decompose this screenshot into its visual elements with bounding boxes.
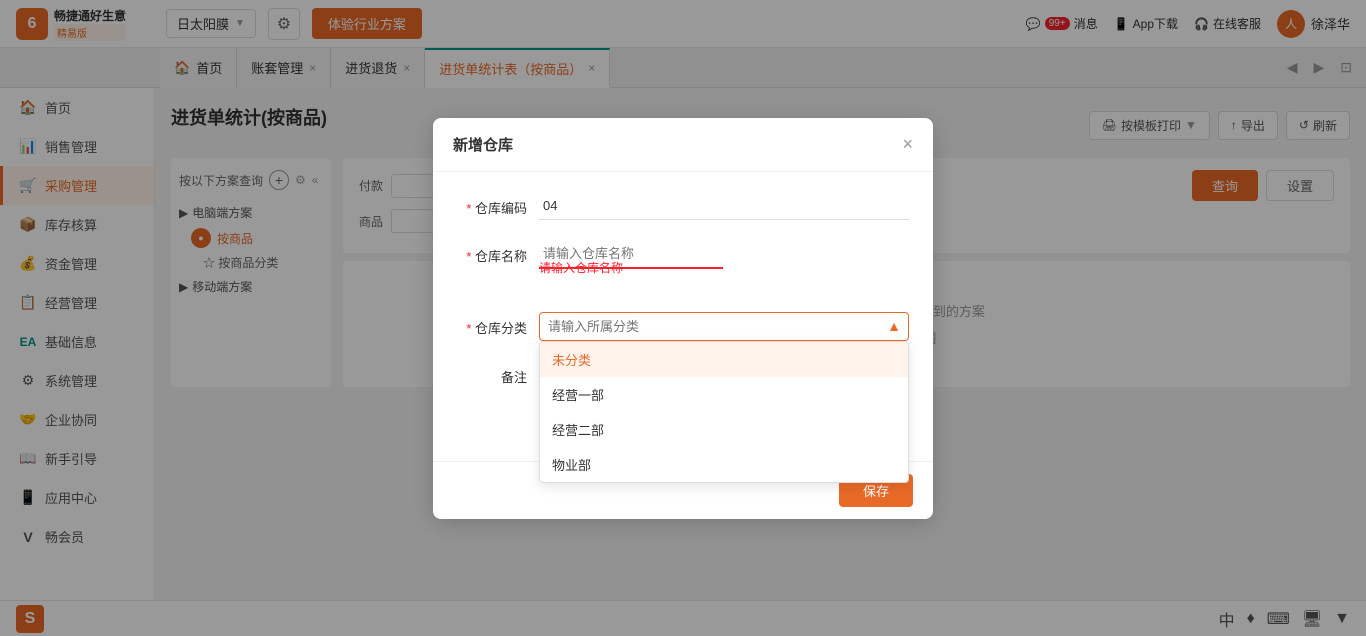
- dropdown-item-1[interactable]: 经营一部: [540, 377, 908, 412]
- warehouse-code-input[interactable]: [539, 192, 909, 220]
- warehouse-category-input[interactable]: [539, 312, 909, 341]
- warehouse-category-label: 仓库分类: [457, 312, 527, 337]
- dialog-close-button[interactable]: ×: [902, 135, 913, 153]
- warehouse-category-wrapper: ▲ 未分类 经营一部 经营二部 物业部: [539, 312, 909, 341]
- dialog-header: 新增仓库 ×: [433, 118, 933, 172]
- warehouse-code-label: 仓库编码: [457, 192, 527, 217]
- warehouse-name-error: 请输入仓库名称: [457, 259, 623, 276]
- dialog-title: 新增仓库: [453, 134, 513, 155]
- modal-overlay[interactable]: 新增仓库 × 仓库编码 仓库名称 请输入仓库名称 仓库分类: [0, 0, 1366, 636]
- dialog-body: 仓库编码 仓库名称 请输入仓库名称 仓库分类 ▲ 未分类: [433, 172, 933, 461]
- remark-label: 备注: [457, 361, 527, 386]
- dropdown-item-0[interactable]: 未分类: [540, 342, 908, 377]
- warehouse-code-row: 仓库编码: [457, 192, 909, 220]
- dropdown-item-2[interactable]: 经营二部: [540, 412, 908, 447]
- warehouse-name-row: 仓库名称 请输入仓库名称: [457, 240, 909, 292]
- warehouse-category-row: 仓库分类 ▲ 未分类 经营一部 经营二部 物业部: [457, 312, 909, 341]
- dropdown-item-3[interactable]: 物业部: [540, 447, 908, 482]
- dialog-new-warehouse: 新增仓库 × 仓库编码 仓库名称 请输入仓库名称 仓库分类: [433, 118, 933, 519]
- category-dropdown-list: 未分类 经营一部 经营二部 物业部: [539, 341, 909, 483]
